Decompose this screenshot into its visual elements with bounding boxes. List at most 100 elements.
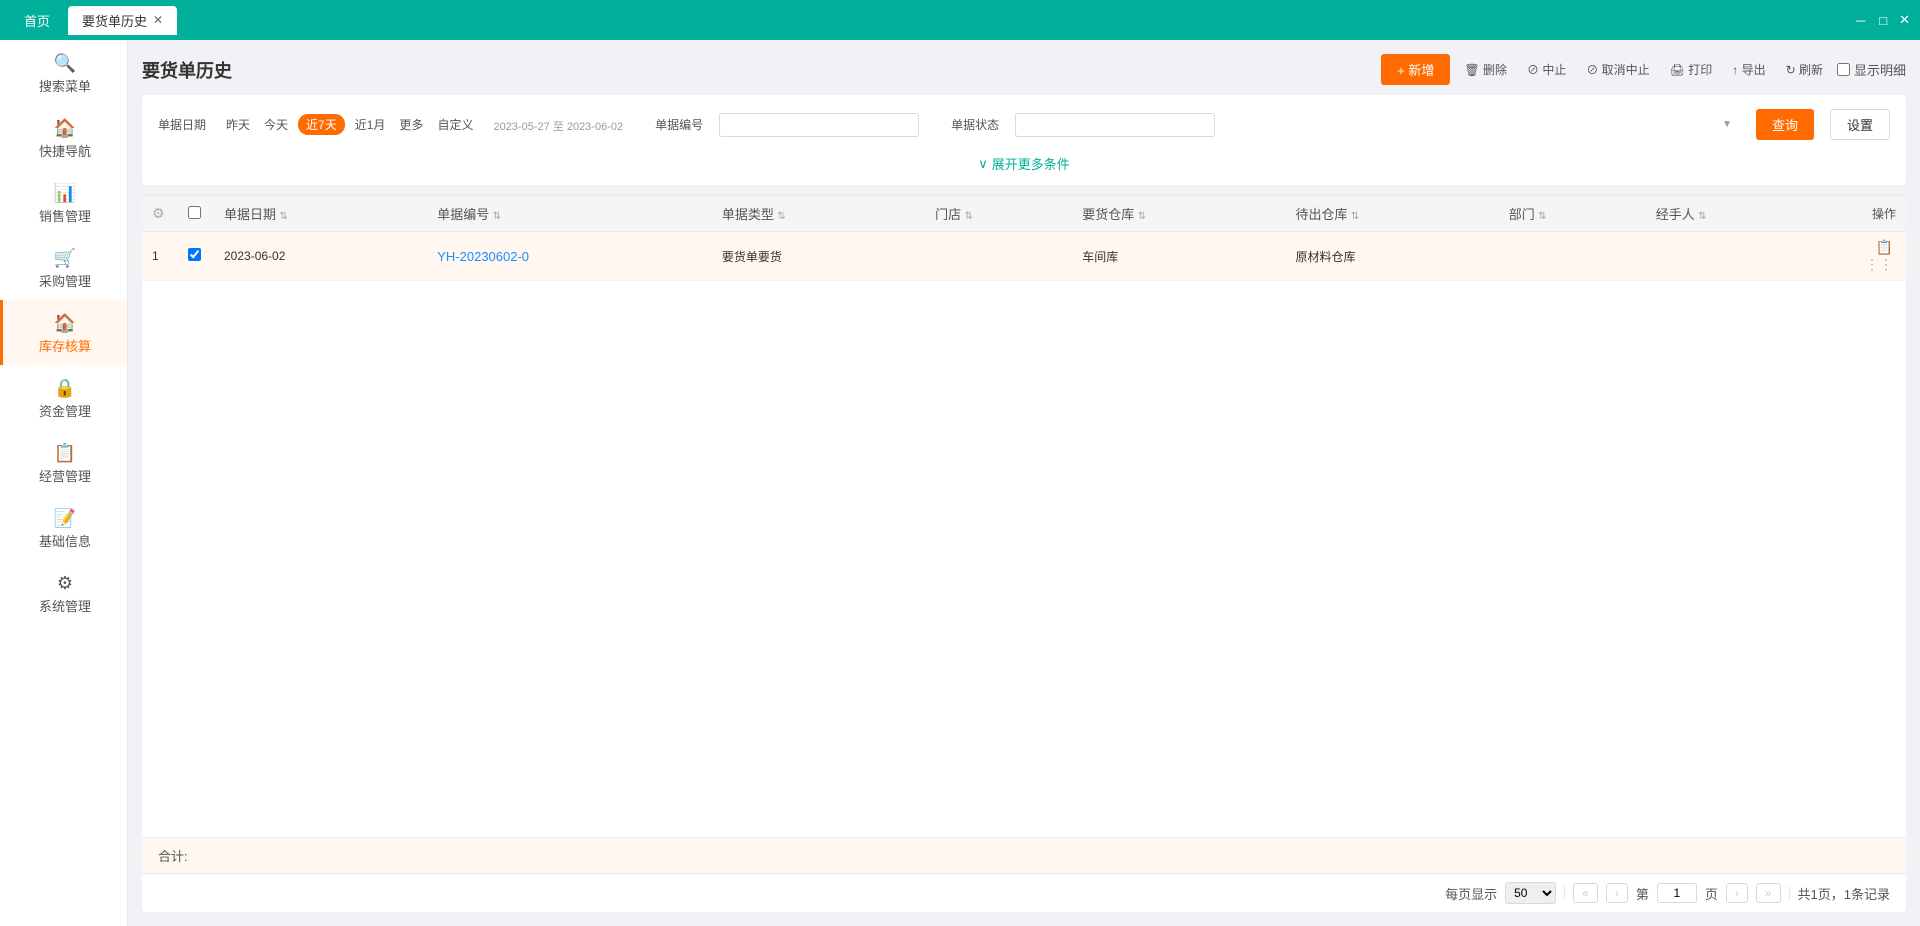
- pagination-bar: 每页显示 50 10 20 100 « ‹ 第 页 › » 共1页，1条记录: [142, 873, 1906, 912]
- sidebar-item-purchase[interactable]: 🛒 采购管理: [0, 235, 127, 300]
- doc-number-label: 单据编号: [655, 116, 703, 133]
- cancel-stop-button[interactable]: ⊘ 取消中止: [1580, 57, 1655, 82]
- warehouse-icon: 🏠: [54, 314, 76, 332]
- select-all-checkbox[interactable]: [188, 206, 201, 219]
- export-button[interactable]: ↑ 导出: [1726, 57, 1771, 82]
- date-yesterday[interactable]: 昨天: [222, 114, 254, 135]
- col-target-warehouse[interactable]: 待出仓库 ⇅: [1285, 196, 1498, 232]
- col-checkbox: [178, 196, 214, 232]
- row-more-icon[interactable]: ⋮⋮: [1865, 256, 1893, 272]
- settings-icon[interactable]: ⚙: [152, 205, 165, 221]
- print-button[interactable]: 🖨 打印: [1664, 57, 1719, 82]
- row-checkbox: [178, 232, 214, 281]
- search-icon: 🔍: [54, 54, 76, 72]
- tab-close-icon[interactable]: ✕: [153, 13, 163, 27]
- delete-button[interactable]: 🗑 删除: [1458, 57, 1513, 82]
- sidebar-item-quicknav[interactable]: 🏠 快捷导航: [0, 105, 127, 170]
- close-window-icon[interactable]: ✕: [1899, 12, 1910, 28]
- prev-page-button[interactable]: ‹: [1606, 883, 1628, 903]
- status-select[interactable]: [1015, 113, 1215, 137]
- sidebar-item-inventory[interactable]: 🏠 库存核算: [0, 300, 127, 365]
- home-icon: 🏠: [54, 119, 76, 137]
- sort-icon: ⇅: [965, 211, 973, 222]
- sidebar-item-search[interactable]: 🔍 搜索菜单: [0, 40, 127, 105]
- divider: [1789, 886, 1790, 900]
- refresh-button[interactable]: ↻ 刷新: [1780, 57, 1829, 82]
- row-target-warehouse: 原材料仓库: [1285, 232, 1498, 281]
- col-date[interactable]: 单据日期 ⇅: [214, 196, 427, 232]
- status-label: 单据状态: [951, 116, 999, 133]
- row-actions: 📋 ⋮⋮: [1826, 232, 1906, 281]
- maximize-icon[interactable]: □: [1879, 13, 1887, 28]
- row-edit-icon[interactable]: 📋: [1876, 239, 1893, 255]
- row-req-warehouse: 车间库: [1072, 232, 1285, 281]
- cart-icon: 🛒: [54, 249, 76, 267]
- next-page-button[interactable]: ›: [1726, 883, 1748, 903]
- divider: [1564, 886, 1565, 900]
- sidebar-item-system[interactable]: ⚙ 系统管理: [0, 560, 127, 625]
- first-page-button[interactable]: «: [1573, 883, 1598, 903]
- page-title: 要货单历史: [142, 57, 232, 83]
- chevron-down-icon: ▼: [1722, 119, 1732, 130]
- table-header-row: ⚙ 单据日期 ⇅ 单据编号 ⇅: [142, 196, 1906, 232]
- new-button[interactable]: + 新增: [1381, 54, 1450, 85]
- row-date: 2023-06-02: [214, 232, 427, 281]
- expand-more-button[interactable]: ∨ 展开更多条件: [158, 150, 1890, 177]
- col-number[interactable]: 单据编号 ⇅: [427, 196, 712, 232]
- date-custom[interactable]: 自定义: [433, 114, 477, 135]
- table-row: 1 2023-06-02 YH-20230602-0 要货单要货 车间库 原材料…: [142, 232, 1906, 281]
- doc-icon: 📝: [54, 509, 76, 527]
- sort-icon: ⇅: [493, 211, 501, 222]
- sort-icon: ⇅: [1138, 211, 1146, 222]
- chevron-down-icon: ∨: [978, 156, 988, 172]
- table-area: ⚙ 单据日期 ⇅ 单据编号 ⇅: [142, 195, 1906, 912]
- col-store[interactable]: 门店 ⇅: [925, 196, 1072, 232]
- show-detail-input[interactable]: [1837, 63, 1850, 76]
- doc-number-input[interactable]: [719, 113, 919, 137]
- sidebar-item-basic[interactable]: 📝 基础信息: [0, 495, 127, 560]
- row-index: 1: [142, 232, 178, 281]
- col-department[interactable]: 部门 ⇅: [1499, 196, 1646, 232]
- top-bar-right: － □ ✕: [1854, 11, 1910, 30]
- table-spacer: [142, 281, 1906, 837]
- filter-area: 单据日期 昨天 今天 近7天 近1月 更多 自定义 2023-05-27 至 2…: [142, 95, 1906, 185]
- per-page-select[interactable]: 50 10 20 100: [1505, 882, 1556, 904]
- sort-icon: ⇅: [1698, 211, 1706, 222]
- row-select-checkbox[interactable]: [188, 248, 201, 261]
- col-req-warehouse[interactable]: 要货仓库 ⇅: [1072, 196, 1285, 232]
- date-label: 单据日期: [158, 116, 206, 133]
- minimize-icon[interactable]: －: [1854, 11, 1867, 30]
- gear-icon: ⚙: [57, 574, 73, 592]
- page-header: 要货单历史 + 新增 🗑 删除 ⊘ 中止 ⊘ 取消中止 🖨 打印 ↑ 导出 ↻ …: [142, 54, 1906, 85]
- col-type[interactable]: 单据类型 ⇅: [712, 196, 925, 232]
- top-bar: 首页 要货单历史 ✕ － □ ✕: [0, 0, 1920, 40]
- date-1month[interactable]: 近1月: [351, 114, 390, 135]
- date-more[interactable]: 更多: [395, 114, 427, 135]
- sidebar: 🔍 搜索菜单 🏠 快捷导航 📊 销售管理 🛒 采购管理 🏠 库存核算 🔒 资金管…: [0, 40, 128, 926]
- row-department: [1499, 232, 1646, 281]
- toolbar: + 新增 🗑 删除 ⊘ 中止 ⊘ 取消中止 🖨 打印 ↑ 导出 ↻ 刷新 显示明…: [1381, 54, 1906, 85]
- sidebar-item-finance[interactable]: 🔒 资金管理: [0, 365, 127, 430]
- show-detail-checkbox[interactable]: 显示明细: [1837, 60, 1906, 79]
- status-select-wrapper: ▼: [1015, 113, 1740, 137]
- row-number: YH-20230602-0: [427, 232, 712, 281]
- last-page-button[interactable]: »: [1756, 883, 1781, 903]
- sort-icon: ⇅: [777, 211, 785, 222]
- sort-icon: ⇅: [279, 211, 287, 222]
- tab-home[interactable]: 首页: [10, 6, 64, 35]
- stop-button[interactable]: ⊘ 中止: [1521, 57, 1572, 82]
- query-button[interactable]: 查询: [1756, 109, 1814, 140]
- date-range-text: 2023-05-27 至 2023-06-02: [493, 118, 623, 134]
- date-today[interactable]: 今天: [260, 114, 292, 135]
- table-footer: 合计:: [142, 837, 1906, 873]
- data-table: ⚙ 单据日期 ⇅ 单据编号 ⇅: [142, 195, 1906, 281]
- sidebar-item-operations[interactable]: 📋 经营管理: [0, 430, 127, 495]
- doc-number-link[interactable]: YH-20230602-0: [437, 249, 529, 264]
- settings-button[interactable]: 设置: [1830, 109, 1890, 140]
- page-number-input[interactable]: [1657, 883, 1697, 903]
- date-7days[interactable]: 近7天: [298, 114, 345, 135]
- sort-icon: ⇅: [1351, 211, 1359, 222]
- tab-active[interactable]: 要货单历史 ✕: [68, 6, 177, 35]
- sidebar-item-sales[interactable]: 📊 销售管理: [0, 170, 127, 235]
- col-handler[interactable]: 经手人 ⇅: [1646, 196, 1826, 232]
